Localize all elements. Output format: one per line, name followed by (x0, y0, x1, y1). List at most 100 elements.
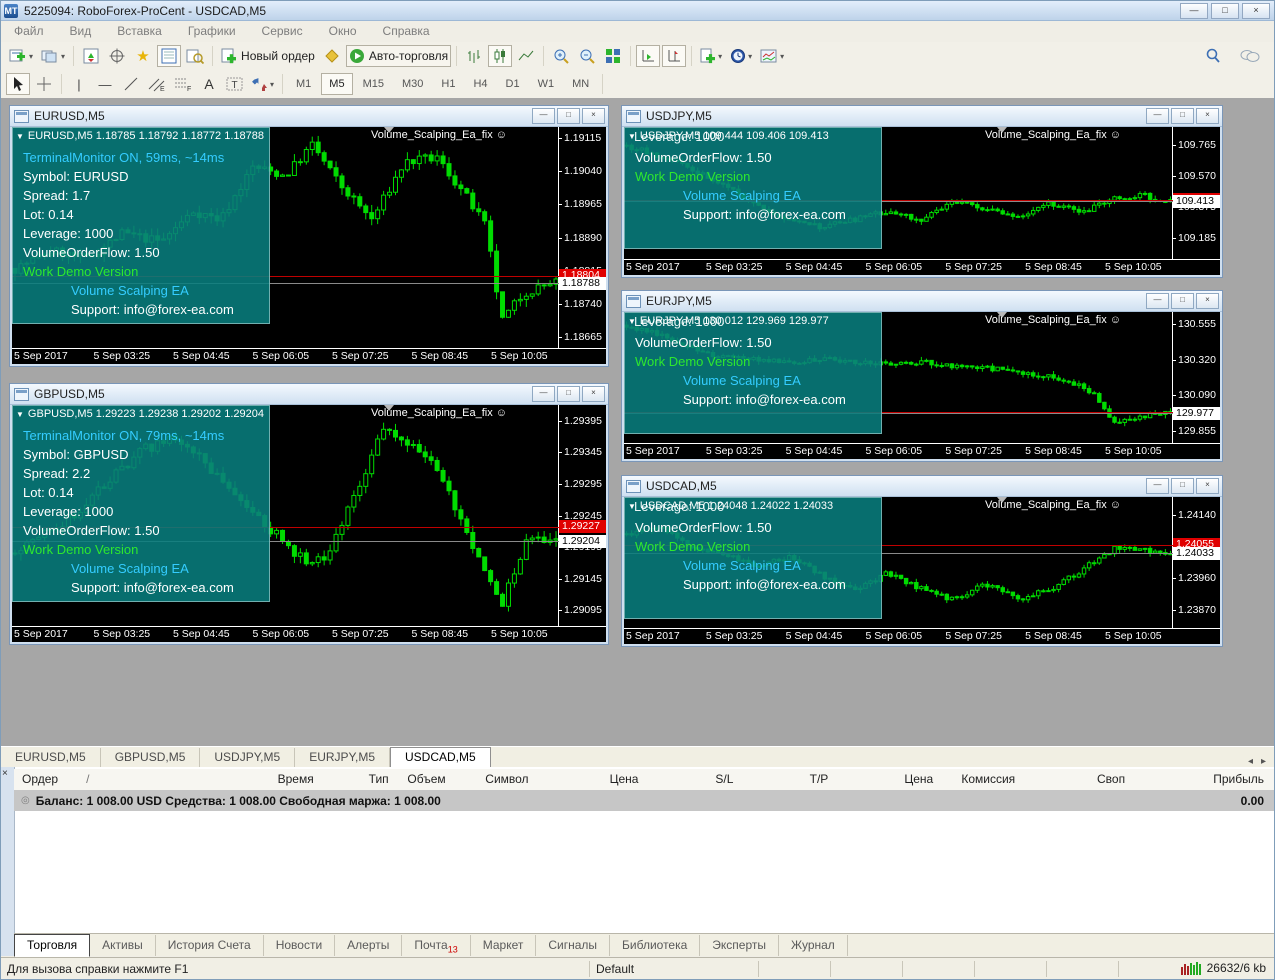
timeframe-button-D1[interactable]: D1 (498, 73, 528, 95)
chart-tab-usdcad-m5[interactable]: USDCAD,M5 (390, 747, 491, 768)
close-button[interactable]: × (1242, 2, 1270, 19)
timeframe-button-H4[interactable]: H4 (465, 73, 495, 95)
column-header-11[interactable]: Прибыль (1135, 769, 1274, 790)
zoom-in-button[interactable] (549, 45, 573, 67)
chart-tab-usdjpy-m5[interactable]: USDJPY,M5 (200, 748, 296, 767)
auto-scroll-button[interactable] (636, 45, 661, 67)
menu-item-5[interactable]: Окно (316, 21, 370, 38)
chart-restore-button[interactable]: □ (1171, 108, 1194, 124)
terminal-tab-7[interactable]: Сигналы (536, 935, 611, 956)
timeframe-button-M1[interactable]: M1 (288, 73, 319, 95)
chart-close-button[interactable]: × (1196, 293, 1219, 309)
chart-tab-eurjpy-m5[interactable]: EURJPY,M5 (295, 748, 390, 767)
column-header-5[interactable]: Цена (539, 769, 649, 790)
vertical-line-tool-button[interactable]: | (67, 73, 91, 95)
terminal-tab-8[interactable]: Библиотека (610, 935, 701, 956)
chart-window-eurusd[interactable]: EURUSD,M5 — □ × TerminalMonitor ON, 59ms, ~1… (9, 105, 609, 367)
bar-chart-type-button[interactable] (462, 45, 486, 67)
market-watch-button[interactable] (79, 45, 103, 67)
quote-marker-icon[interactable]: ▼ (16, 132, 24, 141)
smiley-icon[interactable]: ☺ (1110, 499, 1121, 511)
smiley-icon[interactable]: ☺ (1110, 129, 1121, 141)
chart-window-gbpusd[interactable]: GBPUSD,M5 — □ × TerminalMonitor ON, 79ms, ~1… (9, 383, 609, 645)
terminal-tab-4[interactable]: Алерты (335, 935, 403, 956)
restore-button[interactable]: □ (1211, 2, 1239, 19)
quote-marker-icon[interactable]: ▼ (16, 410, 24, 419)
timeframe-button-W1[interactable]: W1 (530, 73, 563, 95)
terminal-tab-2[interactable]: История Счета (156, 935, 264, 956)
column-header-9[interactable]: Комиссия (943, 769, 1025, 790)
chart-minimize-button[interactable]: — (1146, 478, 1169, 494)
community-chat-icon[interactable] (1237, 45, 1263, 67)
column-header-7[interactable]: T/P (743, 769, 838, 790)
periods-button[interactable]: ▾ (727, 45, 755, 67)
chart-shift-button[interactable] (662, 45, 687, 67)
crosshair-tool-button[interactable] (32, 73, 56, 95)
chart-window-usdjpy[interactable]: USDJPY,M5 — □ × VolumeOrderFlow: 1.50 Work De… (621, 105, 1223, 278)
sort-indicator-icon[interactable]: / (86, 772, 89, 786)
chart-title-bar[interactable]: EURJPY,M5 — □ × (622, 291, 1222, 312)
search-icon[interactable] (1201, 45, 1225, 67)
chart-plot[interactable]: VolumeOrderFlow: 1.50 Work Demo Version Vo… (624, 127, 1173, 260)
column-header-8[interactable]: Цена (838, 769, 943, 790)
zoom-out-button[interactable] (575, 45, 599, 67)
terminal-tab-1[interactable]: Активы (90, 935, 156, 956)
status-profile[interactable]: Default (596, 962, 634, 976)
chart-plot[interactable]: VolumeOrderFlow: 1.50 Work Demo Version Vo… (624, 497, 1173, 629)
minimize-button[interactable]: — (1180, 2, 1208, 19)
chart-window-eurjpy[interactable]: EURJPY,M5 — □ × VolumeOrderFlow: 1.50 Work De… (621, 290, 1223, 462)
quote-marker-icon[interactable]: ▼ (628, 317, 636, 326)
strategy-tester-button[interactable] (183, 45, 207, 67)
quote-marker-icon[interactable]: ▼ (628, 132, 636, 141)
arrows-tool-button[interactable]: ▾ (249, 73, 277, 95)
line-chart-type-button[interactable] (514, 45, 538, 67)
title-bar[interactable]: MT 5225094: RoboForex-ProCent - USDCAD,M… (1, 1, 1274, 21)
new-order-button[interactable]: Новый ордер (218, 45, 318, 67)
menu-item-4[interactable]: Сервис (249, 21, 316, 38)
text-label-tool-button[interactable]: T (223, 73, 247, 95)
market-watch-toggle-button[interactable] (157, 45, 182, 67)
chart-plot[interactable]: VolumeOrderFlow: 1.50 Work Demo Version Vo… (624, 312, 1173, 444)
tab-scroll-left-icon[interactable]: ◂ (1248, 756, 1253, 767)
smiley-icon[interactable]: ☺ (1110, 314, 1121, 326)
chart-minimize-button[interactable]: — (532, 386, 555, 402)
chart-restore-button[interactable]: □ (557, 386, 580, 402)
chart-minimize-button[interactable]: — (532, 108, 555, 124)
chart-restore-button[interactable]: □ (1171, 293, 1194, 309)
chart-area[interactable]: VolumeOrderFlow: 1.50 Work Demo Version Vo… (624, 127, 1220, 275)
tab-scroll-right-icon[interactable]: ▸ (1261, 756, 1266, 767)
data-window-button[interactable] (105, 45, 129, 67)
chart-close-button[interactable]: × (582, 108, 605, 124)
fibonacci-tool-button[interactable]: F (171, 73, 195, 95)
chart-area[interactable]: VolumeOrderFlow: 1.50 Work Demo Version Vo… (624, 312, 1220, 459)
chart-title-bar[interactable]: USDJPY,M5 — □ × (622, 106, 1222, 127)
terminal-tab-5[interactable]: Почта13 (402, 935, 471, 956)
terminal-tab-6[interactable]: Маркет (471, 935, 537, 956)
chart-restore-button[interactable]: □ (1171, 478, 1194, 494)
smiley-icon[interactable]: ☺ (496, 407, 507, 419)
equidistant-channel-tool-button[interactable]: E (145, 73, 169, 95)
column-header-10[interactable]: Своп (1025, 769, 1135, 790)
chart-plot[interactable]: TerminalMonitor ON, 59ms, ~14ms Symbol: E… (12, 127, 559, 349)
menu-item-2[interactable]: Вставка (104, 21, 175, 38)
terminal-tab-3[interactable]: Новости (264, 935, 336, 956)
timeframe-button-H1[interactable]: H1 (433, 73, 463, 95)
indicators-button[interactable]: ▾ (697, 45, 725, 67)
templates-button[interactable]: ▾ (757, 45, 787, 67)
cursor-tool-button[interactable] (6, 73, 30, 95)
timeframe-button-M15[interactable]: M15 (355, 73, 392, 95)
smiley-icon[interactable]: ☺ (496, 129, 507, 141)
trendline-tool-button[interactable] (119, 73, 143, 95)
metaeditor-button[interactable] (320, 45, 344, 67)
auto-trading-button[interactable]: Авто-торговля (345, 45, 452, 67)
column-header-0[interactable]: Ордер / (14, 769, 244, 790)
chart-tab-gbpusd-m5[interactable]: GBPUSD,M5 (101, 748, 201, 767)
chart-close-button[interactable]: × (1196, 108, 1219, 124)
tile-windows-button[interactable] (601, 45, 625, 67)
timeframe-button-M30[interactable]: M30 (394, 73, 431, 95)
horizontal-line-tool-button[interactable]: — (93, 73, 117, 95)
chart-minimize-button[interactable]: — (1146, 293, 1169, 309)
terminal-close-icon[interactable]: × (2, 768, 8, 779)
chart-area[interactable]: VolumeOrderFlow: 1.50 Work Demo Version Vo… (624, 497, 1220, 644)
column-header-4[interactable]: Символ (456, 769, 539, 790)
